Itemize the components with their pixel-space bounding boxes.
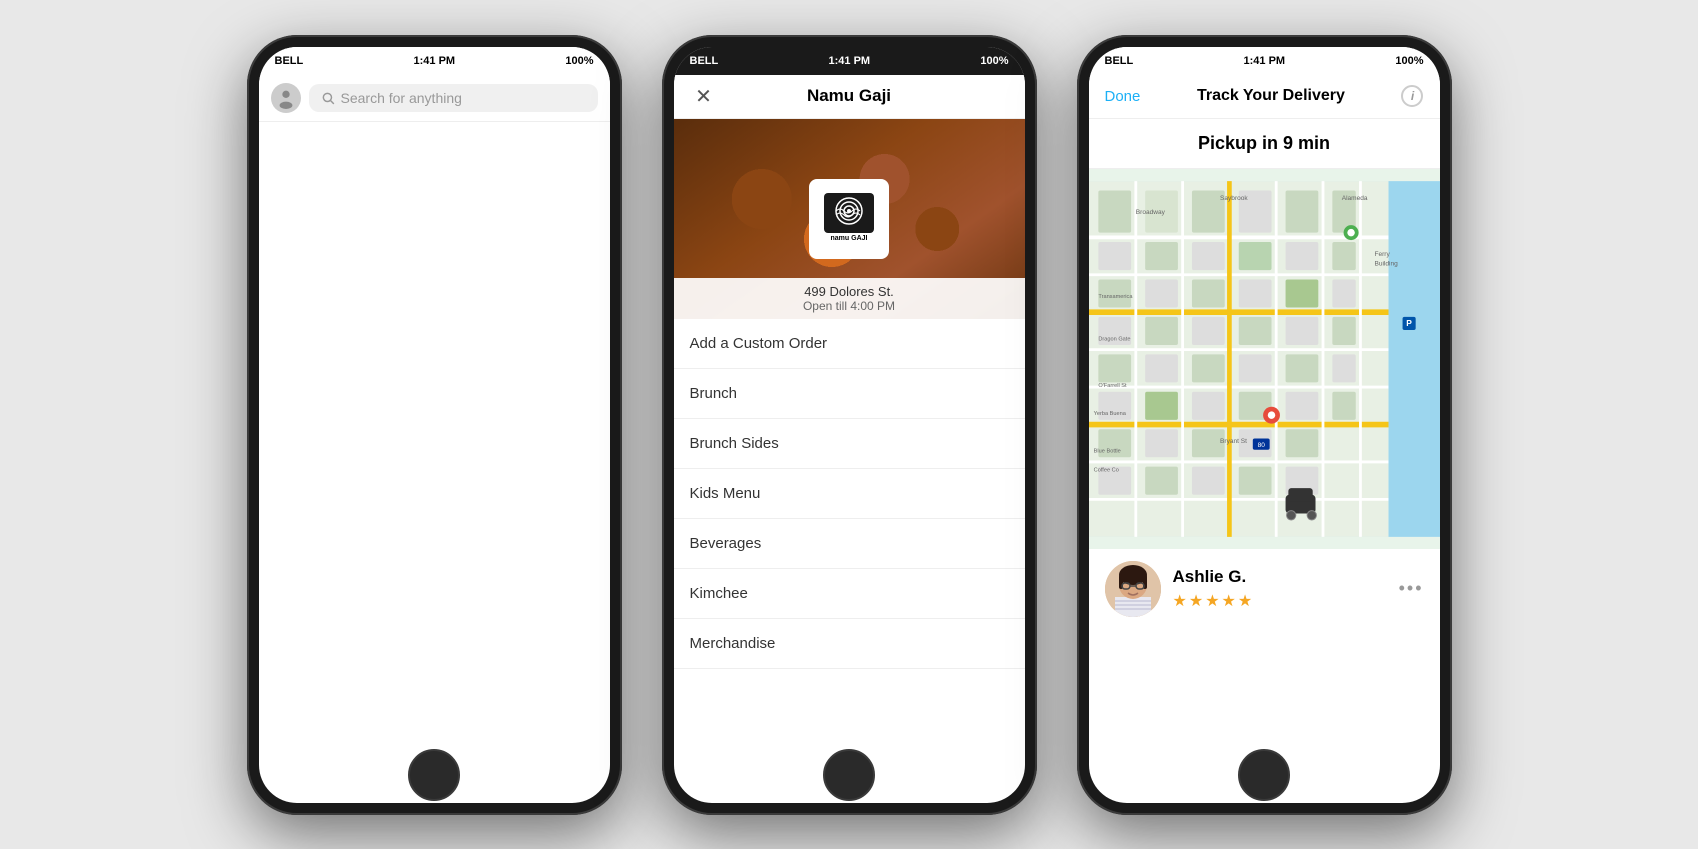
restaurant-hero: namu GAJI 499 Dolores St. Open till 4:00…: [674, 119, 1025, 319]
home-button-1[interactable]: [408, 749, 460, 801]
driver-name: Ashlie G.: [1173, 567, 1387, 587]
svg-text:P: P: [1406, 318, 1412, 328]
close-button[interactable]: ✕: [690, 82, 718, 110]
restaurant-logo-card: namu GAJI: [809, 179, 889, 259]
info-icon-button[interactable]: i: [1401, 85, 1423, 107]
svg-text:Alameda: Alameda: [1341, 194, 1367, 201]
feed-container: Search for anything Postmates General St…: [259, 75, 610, 122]
battery-1: 100%: [565, 55, 593, 67]
menu-item-merchandise[interactable]: Merchandise: [674, 619, 1025, 669]
menu-item-brunch-sides[interactable]: Brunch Sides: [674, 419, 1025, 469]
pickup-banner: Pickup in 9 min: [1089, 119, 1440, 169]
phone-1: BELL 1:41 PM 100%: [247, 35, 622, 815]
driver-card: Ashlie G. ★ ★ ★ ★ ★ •••: [1089, 549, 1440, 629]
svg-text:Yerba Buena: Yerba Buena: [1093, 411, 1126, 417]
star-4: ★: [1222, 591, 1236, 611]
search-input[interactable]: Search for anything: [309, 84, 598, 112]
menu-item-brunch[interactable]: Brunch: [674, 369, 1025, 419]
track-header: Done Track Your Delivery i: [1089, 75, 1440, 119]
driver-stars: ★ ★ ★ ★ ★: [1173, 591, 1387, 611]
svg-text:80: 80: [1257, 441, 1265, 448]
menu-item-custom-order[interactable]: Add a Custom Order: [674, 319, 1025, 369]
phone-2-screen: BELL 1:41 PM 100% ✕ Namu Gaji: [674, 47, 1025, 803]
map-area: Broadway Saybrook Alameda Ferry Building…: [1089, 169, 1440, 549]
search-placeholder: Search for anything: [341, 90, 462, 106]
time-3: 1:41 PM: [1244, 55, 1286, 67]
battery-3: 100%: [1395, 55, 1423, 67]
phone-1-screen: BELL 1:41 PM 100%: [259, 47, 610, 803]
svg-text:Blue Bottle: Blue Bottle: [1093, 448, 1120, 454]
svg-text:O'Farrell St: O'Farrell St: [1098, 383, 1127, 389]
star-5: ★: [1238, 591, 1252, 611]
done-button[interactable]: Done: [1105, 88, 1141, 105]
user-avatar[interactable]: [271, 83, 301, 113]
menu-list: Add a Custom Order Brunch Brunch Sides K…: [674, 319, 1025, 669]
phone-1-content: Search for anything Postmates General St…: [259, 75, 610, 122]
star-1: ★: [1173, 591, 1187, 611]
phone-3-screen: BELL 1:41 PM 100% Done Track Your Delive…: [1089, 47, 1440, 803]
time-1: 1:41 PM: [414, 55, 456, 67]
menu-item-beverages[interactable]: Beverages: [674, 519, 1025, 569]
time-2: 1:41 PM: [829, 55, 871, 67]
menu-item-kids-menu[interactable]: Kids Menu: [674, 469, 1025, 519]
restaurant-logo-image: [824, 193, 874, 233]
home-button-2[interactable]: [823, 749, 875, 801]
info-icon: i: [1411, 89, 1414, 103]
status-bar-2: BELL 1:41 PM 100%: [674, 47, 1025, 75]
status-bar-1: BELL 1:41 PM 100%: [259, 47, 610, 75]
driver-avatar-image: [1105, 561, 1161, 617]
phone-2: BELL 1:41 PM 100% ✕ Namu Gaji: [662, 35, 1037, 815]
restaurant-header: ✕ Namu Gaji: [674, 75, 1025, 119]
driver-avatar: [1105, 561, 1161, 617]
star-3: ★: [1205, 591, 1219, 611]
phone-3: BELL 1:41 PM 100% Done Track Your Delive…: [1077, 35, 1452, 815]
svg-text:Broadway: Broadway: [1135, 208, 1165, 215]
driver-info: Ashlie G. ★ ★ ★ ★ ★: [1173, 567, 1387, 611]
svg-text:Dragon Gate: Dragon Gate: [1098, 336, 1130, 342]
star-2: ★: [1189, 591, 1203, 611]
driver-menu-button[interactable]: •••: [1399, 578, 1424, 599]
svg-text:Ferry: Ferry: [1374, 251, 1390, 258]
svg-text:Saybrook: Saybrook: [1220, 194, 1248, 201]
carrier-3: BELL: [1105, 55, 1134, 67]
restaurant-hours: Open till 4:00 PM: [686, 299, 1013, 313]
carrier-2: BELL: [690, 55, 719, 67]
menu-item-kimchee[interactable]: Kimchee: [674, 569, 1025, 619]
svg-text:Coffee Co: Coffee Co: [1093, 467, 1118, 473]
battery-2: 100%: [980, 55, 1008, 67]
carrier-1: BELL: [275, 55, 304, 67]
svg-text:Building: Building: [1374, 260, 1398, 267]
restaurant-address: 499 Dolores St.: [686, 284, 1013, 299]
restaurant-address-bar: 499 Dolores St. Open till 4:00 PM: [674, 278, 1025, 319]
track-title: Track Your Delivery: [1197, 87, 1345, 105]
restaurant-name: Namu Gaji: [807, 86, 891, 106]
search-bar: Search for anything: [259, 75, 610, 122]
logo-text: namu GAJI: [831, 235, 868, 242]
svg-text:Bryant St: Bryant St: [1220, 438, 1247, 445]
svg-text:Transamerica: Transamerica: [1098, 294, 1133, 300]
status-bar-3: BELL 1:41 PM 100%: [1089, 47, 1440, 75]
home-button-3[interactable]: [1238, 749, 1290, 801]
